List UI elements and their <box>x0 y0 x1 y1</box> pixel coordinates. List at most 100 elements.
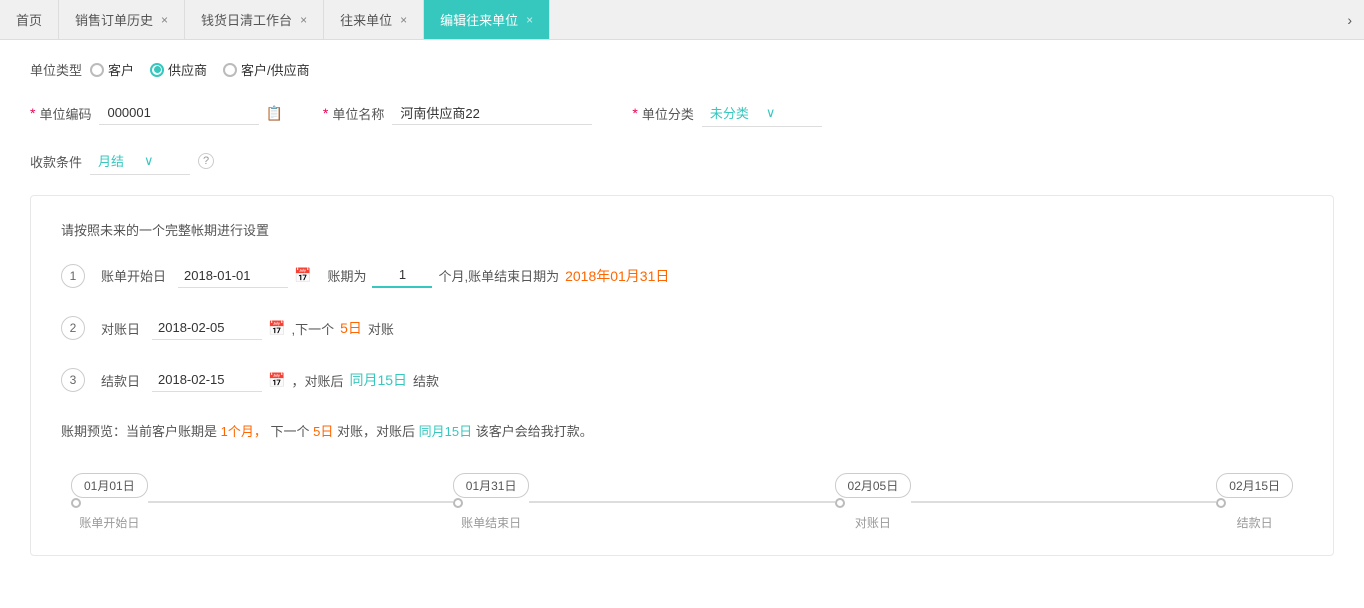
chevron-right-icon: › <box>1347 12 1352 28</box>
unit-code-group: * 单位编码 📋 <box>30 101 283 125</box>
unit-type-radio-group: 客户 供应商 客户/供应商 <box>90 60 310 79</box>
settings-panel: 请按照未来的一个完整帐期进行设置 1 账单开始日 📅 账期为 个月,账单结束日期… <box>30 195 1334 556</box>
timeline-dot-3 <box>835 498 845 508</box>
timeline-label-4: 结款日 <box>1237 514 1273 531</box>
radio-circle-both <box>223 63 237 77</box>
radio-both-label: 客户/供应商 <box>241 60 310 79</box>
payment-terms-value: 月结 <box>98 151 136 170</box>
row-2-highlight: 5日 <box>340 318 362 338</box>
radio-customer-label: 客户 <box>108 60 134 79</box>
timeline-node-2: 01月31日 账单结束日 <box>453 473 530 531</box>
period-value-input[interactable] <box>372 263 432 288</box>
close-icon[interactable]: × <box>400 13 407 27</box>
preview-prefix: 账期预览：当前客户账期是 <box>61 424 217 439</box>
row-3-desc-post: 结款 <box>413 371 439 390</box>
preview-mid: 下一个 <box>271 424 310 439</box>
row-1-label: 账单开始日 <box>101 266 166 285</box>
help-icon[interactable]: ? <box>198 153 214 169</box>
timeline-line-1 <box>148 501 453 503</box>
radio-both[interactable]: 客户/供应商 <box>223 60 310 79</box>
required-star-code: * <box>30 105 35 121</box>
tabs-bar: 首页 销售订单历史 × 钱货日清工作台 × 往来单位 × 编辑往来单位 × › <box>0 0 1364 40</box>
close-icon[interactable]: × <box>161 13 168 27</box>
tab-edit-partner-label: 编辑往来单位 <box>440 10 518 29</box>
main-content: 单位类型 客户 供应商 客户/供应商 * 单位编码 📋 * 单位名称 <box>0 40 1364 608</box>
start-date-input[interactable] <box>178 264 288 288</box>
unit-type-row: 单位类型 客户 供应商 客户/供应商 <box>30 60 1334 79</box>
tab-partner-label: 往来单位 <box>340 10 392 29</box>
unit-code-label: 单位编码 <box>39 104 91 123</box>
row-3-highlight: 同月15日 <box>349 370 407 390</box>
unit-category-label: 单位分类 <box>642 104 694 123</box>
tab-sales-history-label: 销售订单历史 <box>75 10 153 29</box>
timeline-dot-1 <box>71 498 81 508</box>
timeline-dot-2 <box>453 498 463 508</box>
timeline-line-3 <box>911 501 1216 503</box>
payment-terms-label: 收款条件 <box>30 152 82 171</box>
close-icon[interactable]: × <box>300 13 307 27</box>
close-icon[interactable]: × <box>526 13 533 27</box>
unit-category-group: * 单位分类 未分类 ∨ <box>632 99 821 127</box>
row-num-1: 1 <box>61 264 85 288</box>
reconcile-date-input[interactable] <box>152 316 262 340</box>
preview-suffix: 该客户会给我打款。 <box>476 424 593 439</box>
timeline-node-1: 01月01日 账单开始日 <box>71 473 148 531</box>
tab-cash-desk[interactable]: 钱货日清工作台 × <box>185 0 324 39</box>
timeline-node-3: 02月05日 对账日 <box>835 473 912 531</box>
tab-sales-history[interactable]: 销售订单历史 × <box>59 0 185 39</box>
unit-category-value: 未分类 <box>710 103 758 122</box>
payment-terms-dropdown[interactable]: 月结 ∨ <box>90 147 190 175</box>
tab-more-button[interactable]: › <box>1335 0 1364 39</box>
preview-h1: 1个月， <box>221 424 267 439</box>
tab-home-label: 首页 <box>16 10 42 29</box>
preview-mid2: 对账，对账后 <box>337 424 415 439</box>
radio-supplier[interactable]: 供应商 <box>150 60 207 79</box>
timeline-label-2: 账单结束日 <box>461 514 521 531</box>
calendar-icon-1[interactable]: 📅 <box>294 267 311 284</box>
tab-cash-desk-label: 钱货日清工作台 <box>201 10 292 29</box>
timeline-label-3: 对账日 <box>855 514 891 531</box>
row-3-label: 结款日 <box>101 371 140 390</box>
chevron-down-icon: ∨ <box>144 153 182 169</box>
unit-category-dropdown[interactable]: 未分类 ∨ <box>702 99 822 127</box>
calendar-icon-3[interactable]: 📅 <box>268 372 285 389</box>
timeline-line-2 <box>529 501 834 503</box>
row-num-3: 3 <box>61 368 85 392</box>
period-post-label: 个月,账单结束日期为 <box>438 266 559 285</box>
row-2-desc-post: 对账 <box>368 319 394 338</box>
chevron-down-icon: ∨ <box>766 105 814 121</box>
tab-partner[interactable]: 往来单位 × <box>324 0 424 39</box>
period-pre-label: 账期为 <box>327 266 366 285</box>
period-end-date: 2018年01月31日 <box>565 266 669 286</box>
tab-home[interactable]: 首页 <box>0 0 59 39</box>
calendar-icon-2[interactable]: 📅 <box>268 320 285 337</box>
row-2-label: 对账日 <box>101 319 140 338</box>
required-star-name: * <box>323 105 328 121</box>
row-3-desc-pre: ，对账后 <box>291 371 343 390</box>
panel-title: 请按照未来的一个完整帐期进行设置 <box>61 220 1303 239</box>
code-name-category-row: * 单位编码 📋 * 单位名称 * 单位分类 未分类 ∨ <box>30 99 1334 127</box>
radio-customer[interactable]: 客户 <box>90 60 134 79</box>
timeline: 01月01日 账单开始日 01月31日 账单结束日 02月05日 <box>61 473 1303 531</box>
preview-h2: 5日 <box>313 424 333 439</box>
row-num-2: 2 <box>61 316 85 340</box>
copy-icon[interactable]: 📋 <box>265 105 282 122</box>
timeline-badge-2: 01月31日 <box>453 473 530 498</box>
preview-row: 账期预览：当前客户账期是 1个月， 下一个 5日 对账，对账后 同月15日 该客… <box>61 420 1303 443</box>
unit-name-group: * 单位名称 <box>323 101 592 125</box>
row-2: 2 对账日 📅 ,下一个 5日 对账 <box>61 316 1303 340</box>
required-star-category: * <box>632 105 637 121</box>
unit-type-label: 单位类型 <box>30 60 82 79</box>
tab-edit-partner[interactable]: 编辑往来单位 × <box>424 0 550 39</box>
row-1: 1 账单开始日 📅 账期为 个月,账单结束日期为 2018年01月31日 <box>61 263 1303 288</box>
timeline-dot-4 <box>1216 498 1226 508</box>
unit-name-input[interactable] <box>392 101 592 125</box>
radio-supplier-label: 供应商 <box>168 60 207 79</box>
radio-circle-customer <box>90 63 104 77</box>
preview-h3: 同月15日 <box>419 424 472 439</box>
unit-code-input[interactable] <box>99 101 259 125</box>
payment-terms-row: 收款条件 月结 ∨ ? <box>30 147 1334 175</box>
row-2-desc-pre: ,下一个 <box>291 319 334 338</box>
timeline-label-1: 账单开始日 <box>79 514 139 531</box>
settle-date-input[interactable] <box>152 368 262 392</box>
